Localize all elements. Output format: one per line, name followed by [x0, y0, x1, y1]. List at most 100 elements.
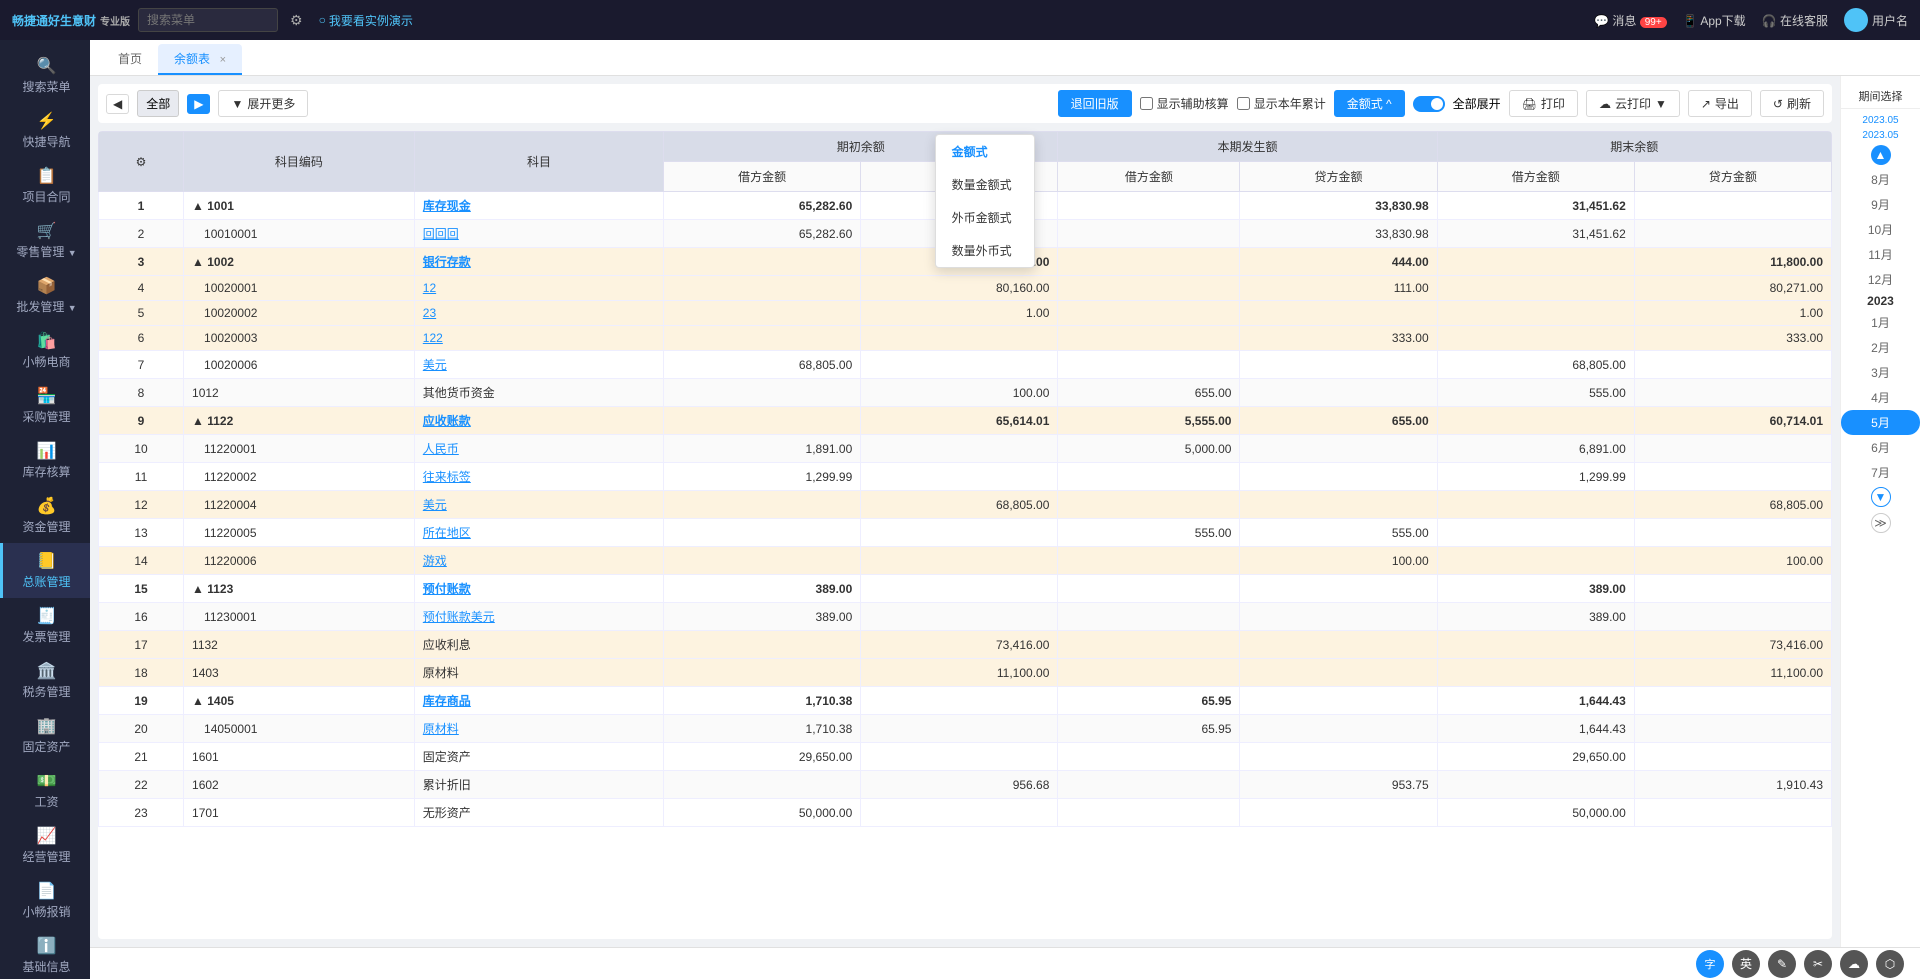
cell-name[interactable]: 23 — [414, 301, 663, 326]
cell-name[interactable]: 游戏 — [414, 547, 663, 575]
sidebar-item-ledger[interactable]: 📒 总账管理 — [0, 543, 90, 598]
panel-collapse-button[interactable]: ≫ — [1871, 513, 1891, 533]
cell-name[interactable]: 无形资产 — [414, 799, 663, 827]
sidebar-item-management[interactable]: 📈 经营管理 — [0, 818, 90, 873]
month-3[interactable]: 3月 — [1841, 360, 1920, 385]
month-12[interactable]: 12月 — [1841, 267, 1920, 292]
account-link[interactable]: 预付账款 — [423, 582, 471, 596]
format-option-qty-amount[interactable]: 数量金额式 — [936, 168, 1034, 201]
cell-name[interactable]: 银行存款 — [414, 248, 663, 276]
account-link[interactable]: 122 — [423, 331, 443, 345]
bottom-action-6[interactable]: ⬡ — [1876, 950, 1904, 978]
account-link[interactable]: 游戏 — [423, 554, 447, 568]
expand-all-toggle[interactable] — [1413, 96, 1445, 112]
cell-name[interactable]: 所在地区 — [414, 519, 663, 547]
refresh-button[interactable]: ↺ 刷新 — [1760, 90, 1824, 117]
cell-name[interactable]: 库存现金 — [414, 192, 663, 220]
account-link[interactable]: 回回回 — [423, 227, 459, 241]
sidebar-item-ecommerce[interactable]: 🛍️ 小畅电商 — [0, 323, 90, 378]
month-2[interactable]: 2月 — [1841, 335, 1920, 360]
cell-name[interactable]: 美元 — [414, 351, 663, 379]
cell-name[interactable]: 美元 — [414, 491, 663, 519]
format-dropdown-button[interactable]: 金额式 ^ — [1334, 90, 1405, 117]
bottom-action-2[interactable]: 英 — [1732, 950, 1760, 978]
account-link[interactable]: 预付账款美元 — [423, 610, 495, 624]
cloud-print-button[interactable]: ☁ 云打印 ▼ — [1586, 90, 1680, 117]
cell-name[interactable]: 原材料 — [414, 715, 663, 743]
account-link[interactable]: 12 — [423, 281, 436, 295]
cell-name[interactable]: 预付账款美元 — [414, 603, 663, 631]
sidebar-item-basic-info[interactable]: ℹ️ 基础信息 — [0, 928, 90, 979]
month-5[interactable]: 5月 — [1841, 410, 1920, 435]
month-8[interactable]: 8月 — [1841, 167, 1920, 192]
cell-name[interactable]: 应收利息 — [414, 631, 663, 659]
bottom-action-3[interactable]: ✎ — [1768, 950, 1796, 978]
tab-home[interactable]: 首页 — [102, 44, 158, 75]
bottom-action-1[interactable]: 字 — [1696, 950, 1724, 978]
account-link[interactable]: 美元 — [423, 498, 447, 512]
service-button[interactable]: 🎧 在线客服 — [1762, 12, 1828, 29]
sidebar-item-purchase[interactable]: 🏪 采购管理 — [0, 378, 90, 433]
cell-name[interactable]: 累计折旧 — [414, 771, 663, 799]
sidebar-item-expense[interactable]: 📄 小畅报销 — [0, 873, 90, 928]
month-11[interactable]: 11月 — [1841, 242, 1920, 267]
cell-name[interactable]: 固定资产 — [414, 743, 663, 771]
cell-name[interactable]: 应收账款 — [414, 407, 663, 435]
sidebar-item-quick-nav[interactable]: ⚡ 快捷导航 — [0, 103, 90, 158]
print-button[interactable]: 🖨 打印 — [1509, 90, 1578, 117]
month-10[interactable]: 10月 — [1841, 217, 1920, 242]
account-link[interactable]: 所在地区 — [423, 526, 471, 540]
month-4[interactable]: 4月 — [1841, 385, 1920, 410]
demo-link[interactable]: ○ 我要看实例演示 — [319, 12, 413, 29]
user-menu[interactable]: 用户名 — [1844, 8, 1908, 32]
format-option-amount[interactable]: 金额式 — [936, 135, 1034, 168]
month-6[interactable]: 6月 — [1841, 435, 1920, 460]
search-input[interactable] — [138, 8, 278, 32]
message-button[interactable]: 💬 消息 99+ — [1594, 12, 1667, 29]
sidebar-item-fixed-assets[interactable]: 🏢 固定资产 — [0, 708, 90, 763]
cell-name[interactable]: 回回回 — [414, 220, 663, 248]
period-up-button[interactable]: ▲ — [1871, 145, 1891, 165]
month-9[interactable]: 9月 — [1841, 192, 1920, 217]
bottom-action-5[interactable]: ☁ — [1840, 950, 1868, 978]
sidebar-item-retail[interactable]: 🛒 零售管理 ▼ — [0, 213, 90, 268]
month-1[interactable]: 1月 — [1841, 310, 1920, 335]
format-option-qty-foreign[interactable]: 数量外币式 — [936, 234, 1034, 267]
cell-name[interactable]: 往来标签 — [414, 463, 663, 491]
cell-name[interactable]: 原材料 — [414, 659, 663, 687]
sidebar-item-payroll[interactable]: 💵 工资 — [0, 763, 90, 818]
show-yearly-checkbox[interactable]: 显示本年累计 — [1237, 95, 1326, 112]
show-yearly-input[interactable] — [1237, 97, 1250, 110]
return-old-button[interactable]: 退回旧版 — [1058, 90, 1132, 117]
sidebar-item-tax[interactable]: 🏛️ 税务管理 — [0, 653, 90, 708]
tab-balance[interactable]: 余额表 × — [158, 44, 242, 75]
cell-name[interactable]: 其他货币资金 — [414, 379, 663, 407]
period-down-button[interactable]: ▼ — [1871, 487, 1891, 507]
account-link[interactable]: 23 — [423, 306, 436, 320]
account-link[interactable]: 往来标签 — [423, 470, 471, 484]
nav-next-button[interactable]: ▶ — [187, 94, 210, 114]
sidebar-item-wholesale[interactable]: 📦 批发管理 ▼ — [0, 268, 90, 323]
bottom-action-4[interactable]: ✂ — [1804, 950, 1832, 978]
account-link[interactable]: 原材料 — [423, 722, 459, 736]
sidebar-item-search[interactable]: 🔍 搜索菜单 — [0, 48, 90, 103]
month-7[interactable]: 7月 — [1841, 460, 1920, 485]
sidebar-item-funds[interactable]: 💰 资金管理 — [0, 488, 90, 543]
cell-name[interactable]: 122 — [414, 326, 663, 351]
nav-prev-button[interactable]: ◀ — [106, 94, 129, 114]
account-link[interactable]: 库存商品 — [423, 694, 471, 708]
show-assist-checkbox[interactable]: 显示辅助核算 — [1140, 95, 1229, 112]
account-link[interactable]: 应收账款 — [423, 414, 471, 428]
account-link[interactable]: 人民币 — [423, 442, 459, 456]
show-assist-input[interactable] — [1140, 97, 1153, 110]
sidebar-item-contracts[interactable]: 📋 项目合同 — [0, 158, 90, 213]
export-button[interactable]: ↗ 导出 — [1688, 90, 1752, 117]
format-option-foreign[interactable]: 外币金额式 — [936, 201, 1034, 234]
settings-icon[interactable]: ⚙ — [136, 155, 147, 169]
download-button[interactable]: 📱 App下载 — [1683, 12, 1746, 29]
account-link[interactable]: 库存现金 — [423, 199, 471, 213]
settings-icon[interactable]: ⚙ — [290, 12, 303, 29]
cell-name[interactable]: 12 — [414, 276, 663, 301]
sidebar-item-invoice[interactable]: 🧾 发票管理 — [0, 598, 90, 653]
tab-close-icon[interactable]: × — [220, 54, 226, 66]
